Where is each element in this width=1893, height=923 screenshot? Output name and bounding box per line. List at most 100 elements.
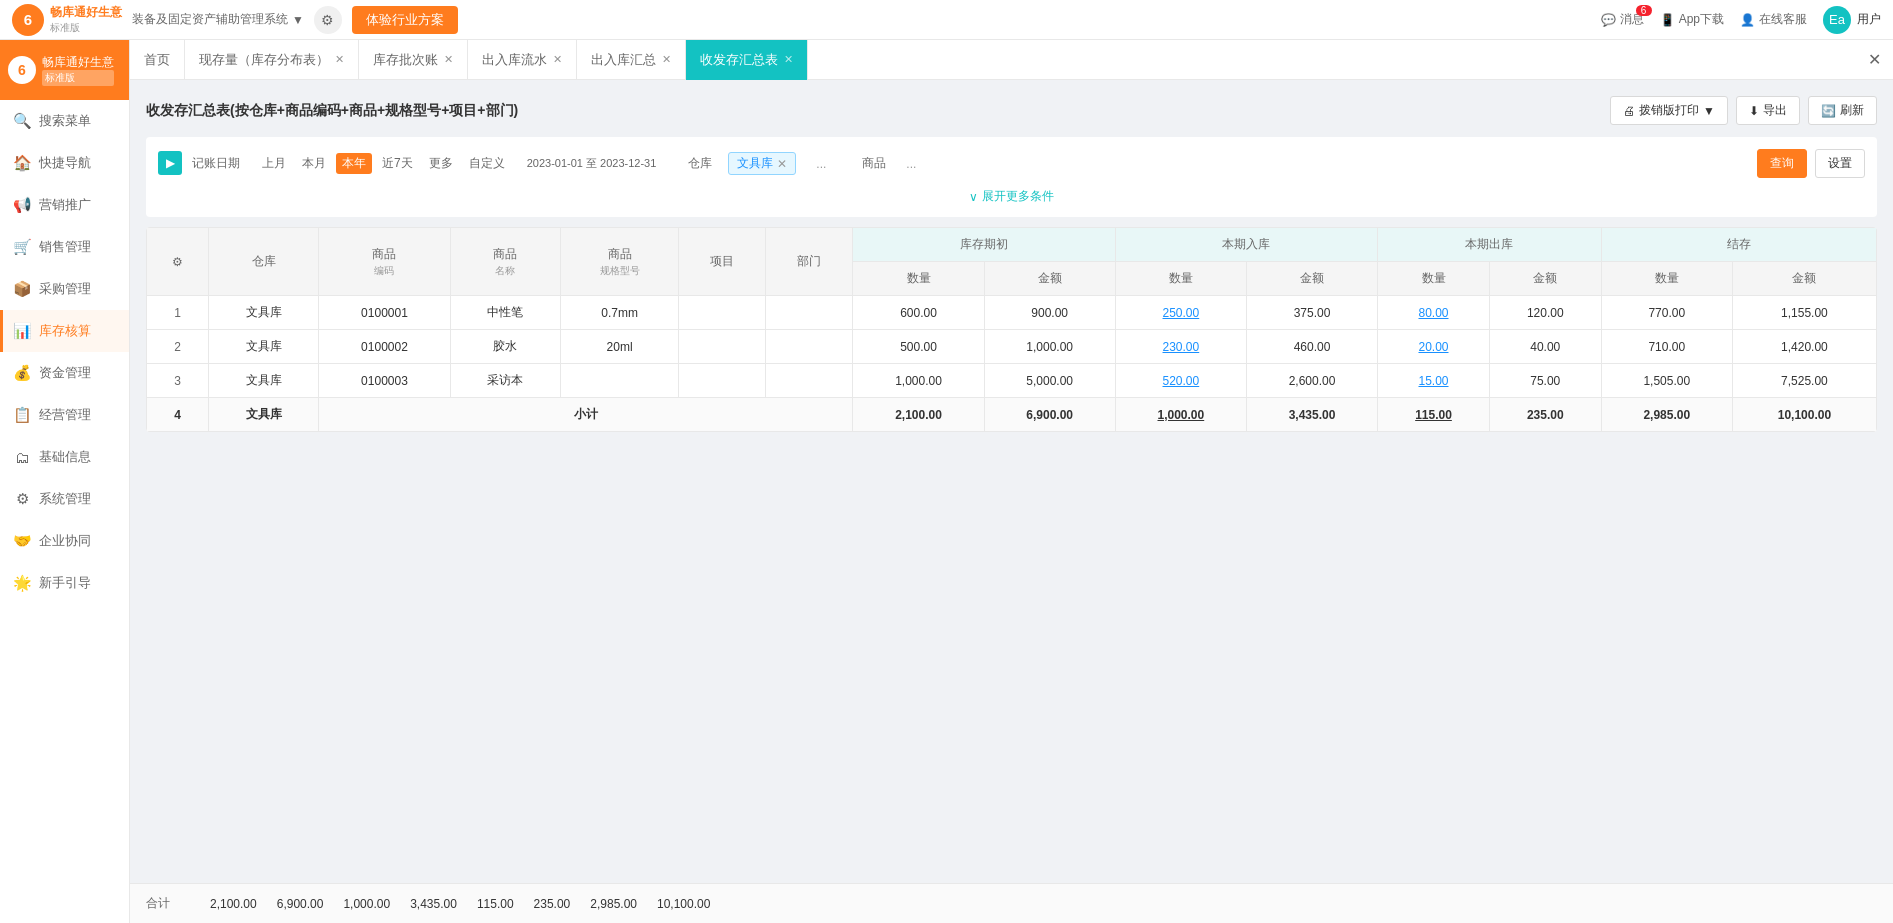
tab-inout-summary[interactable]: 出入库汇总 ✕ bbox=[577, 40, 686, 80]
sidebar-item-label-system: 系统管理 bbox=[39, 490, 91, 508]
settings-button[interactable]: ⚙ bbox=[314, 6, 342, 34]
warehouse-dots[interactable]: ... bbox=[812, 157, 830, 171]
user-area[interactable]: Ea 用户 bbox=[1823, 6, 1881, 34]
row-out-qty[interactable]: 15.00 bbox=[1378, 364, 1490, 398]
row-closing-qty: 710.00 bbox=[1601, 330, 1732, 364]
footer-in-qty: 1,000.00 bbox=[343, 897, 390, 911]
row-in-qty[interactable]: 250.00 bbox=[1115, 296, 1246, 330]
th-settings[interactable]: ⚙ bbox=[147, 228, 209, 296]
service-icon: 👤 bbox=[1740, 13, 1755, 27]
sidebar-item-operation[interactable]: 📋 经营管理 bbox=[0, 394, 129, 436]
row-project bbox=[679, 330, 766, 364]
sidebar-item-label-inventory: 库存核算 bbox=[39, 322, 91, 340]
tab-recv-send[interactable]: 收发存汇总表 ✕ bbox=[686, 40, 808, 80]
footer-in-amt: 3,435.00 bbox=[410, 897, 457, 911]
tab-batch-account[interactable]: 库存批次账 ✕ bbox=[359, 40, 468, 80]
finance-icon: 💰 bbox=[13, 364, 31, 382]
sidebar-item-label-purchase: 采购管理 bbox=[39, 280, 91, 298]
th-product-code: 商品编码 bbox=[319, 228, 450, 296]
sidebar-item-marketing[interactable]: 📢 营销推广 bbox=[0, 184, 129, 226]
tab-bar-close[interactable]: ✕ bbox=[1856, 50, 1893, 69]
sidebar-item-search[interactable]: 🔍 搜索菜单 bbox=[0, 100, 129, 142]
sidebar: 6 畅库通好生意 标准版 🔍 搜索菜单 🏠 快捷导航 📢 营销推广 🛒 销售 bbox=[0, 40, 130, 923]
tab-inout-flow-close[interactable]: ✕ bbox=[553, 53, 562, 66]
app-download-button[interactable]: 📱 App下载 bbox=[1660, 11, 1724, 28]
tab-batch-account-close[interactable]: ✕ bbox=[444, 53, 453, 66]
sidebar-item-system[interactable]: ⚙ 系统管理 bbox=[0, 478, 129, 520]
th-closing: 结存 bbox=[1601, 228, 1876, 262]
date-shortcut-7days[interactable]: 近7天 bbox=[376, 153, 419, 174]
sidebar-item-sales[interactable]: 🛒 销售管理 bbox=[0, 226, 129, 268]
print-icon: 🖨 bbox=[1623, 104, 1635, 118]
product-dots[interactable]: ... bbox=[902, 157, 920, 171]
tab-home-label: 首页 bbox=[144, 51, 170, 69]
subtotal-warehouse: 文具库 bbox=[208, 398, 318, 432]
subtotal-label: 小计 bbox=[319, 398, 853, 432]
tab-inout-flow[interactable]: 出入库流水 ✕ bbox=[468, 40, 577, 80]
warehouse-tag-remove[interactable]: ✕ bbox=[777, 157, 787, 171]
print-button[interactable]: 🖨 拨销版打印 ▼ bbox=[1610, 96, 1728, 125]
brand-name: 畅库通好生意 bbox=[50, 4, 122, 21]
tab-inout-summary-close[interactable]: ✕ bbox=[662, 53, 671, 66]
row-closing-qty: 770.00 bbox=[1601, 296, 1732, 330]
home-icon: 🏠 bbox=[13, 154, 31, 172]
sales-icon: 🛒 bbox=[13, 238, 31, 256]
sidebar-item-label-search: 搜索菜单 bbox=[39, 112, 91, 130]
sidebar-item-finance[interactable]: 💰 资金管理 bbox=[0, 352, 129, 394]
date-shortcut-custom[interactable]: 自定义 bbox=[463, 153, 511, 174]
query-button[interactable]: 查询 bbox=[1757, 149, 1807, 178]
row-num: 1 bbox=[147, 296, 209, 330]
sidebar-item-quick-nav[interactable]: 🏠 快捷导航 bbox=[0, 142, 129, 184]
online-service-button[interactable]: 👤 在线客服 bbox=[1740, 11, 1807, 28]
th-opening: 库存期初 bbox=[853, 228, 1115, 262]
th-period-out: 本期出库 bbox=[1378, 228, 1602, 262]
row-in-qty[interactable]: 230.00 bbox=[1115, 330, 1246, 364]
table-settings-icon[interactable]: ⚙ bbox=[172, 255, 183, 269]
sidebar-item-guide[interactable]: 🌟 新手引导 bbox=[0, 562, 129, 604]
th-product-spec: 商品规格型号 bbox=[560, 228, 678, 296]
sidebar-item-basic-info[interactable]: 🗂 基础信息 bbox=[0, 436, 129, 478]
tab-stock-dist[interactable]: 现存量（库存分布表） ✕ bbox=[185, 40, 359, 80]
brand-badge: 标准版 bbox=[50, 21, 122, 35]
row-out-qty[interactable]: 20.00 bbox=[1378, 330, 1490, 364]
refresh-button[interactable]: 🔄 刷新 bbox=[1808, 96, 1877, 125]
date-shortcut-this-month[interactable]: 本月 bbox=[296, 153, 332, 174]
basic-info-icon: 🗂 bbox=[13, 448, 31, 466]
tab-stock-dist-close[interactable]: ✕ bbox=[335, 53, 344, 66]
page-settings-button[interactable]: 设置 bbox=[1815, 149, 1865, 178]
user-label: 用户 bbox=[1857, 11, 1881, 28]
sidebar-item-label-enterprise: 企业协同 bbox=[39, 532, 91, 550]
row-product-name: 胶水 bbox=[450, 330, 560, 364]
guide-icon: 🌟 bbox=[13, 574, 31, 592]
filter-collapse-btn[interactable]: ▶ bbox=[158, 151, 182, 175]
row-opening-qty: 600.00 bbox=[853, 296, 984, 330]
date-shortcut-last-month[interactable]: 上月 bbox=[256, 153, 292, 174]
subtotal-opening-amt: 6,900.00 bbox=[984, 398, 1115, 432]
experience-button[interactable]: 体验行业方案 bbox=[352, 6, 458, 34]
export-button[interactable]: ⬇ 导出 bbox=[1736, 96, 1800, 125]
top-bar-left: 6 畅库通好生意 标准版 装备及固定资产辅助管理系统 ▼ ⚙ 体验行业方案 bbox=[12, 4, 458, 36]
row-in-qty[interactable]: 520.00 bbox=[1115, 364, 1246, 398]
tab-home[interactable]: 首页 bbox=[130, 40, 185, 80]
date-shortcut-more[interactable]: 更多 bbox=[423, 153, 459, 174]
expand-more-btn[interactable]: ∨ 展开更多条件 bbox=[969, 188, 1054, 205]
sidebar-item-inventory[interactable]: 📊 库存核算 bbox=[0, 310, 129, 352]
row-out-qty[interactable]: 80.00 bbox=[1378, 296, 1490, 330]
tab-recv-send-close[interactable]: ✕ bbox=[784, 53, 793, 66]
row-in-amt: 2,600.00 bbox=[1246, 364, 1377, 398]
row-closing-qty: 1,505.00 bbox=[1601, 364, 1732, 398]
search-icon: 🔍 bbox=[13, 112, 31, 130]
date-shortcut-this-year[interactable]: 本年 bbox=[336, 153, 372, 174]
page-action-buttons: 🖨 拨销版打印 ▼ ⬇ 导出 🔄 刷新 bbox=[1610, 96, 1877, 125]
th-closing-amt: 金额 bbox=[1732, 262, 1876, 296]
sidebar-item-purchase[interactable]: 📦 采购管理 bbox=[0, 268, 129, 310]
system-select[interactable]: 装备及固定资产辅助管理系统 ▼ bbox=[132, 11, 304, 28]
sidebar-item-label-basic-info: 基础信息 bbox=[39, 448, 91, 466]
sidebar-item-label-finance: 资金管理 bbox=[39, 364, 91, 382]
sidebar-logo: 6 畅库通好生意 标准版 bbox=[0, 40, 129, 100]
message-button[interactable]: 💬 消息 6 bbox=[1601, 11, 1644, 28]
footer-closing-amt: 10,100.00 bbox=[657, 897, 710, 911]
sidebar-item-enterprise[interactable]: 🤝 企业协同 bbox=[0, 520, 129, 562]
tab-bar: 首页 现存量（库存分布表） ✕ 库存批次账 ✕ 出入库流水 ✕ 出入库汇总 ✕ bbox=[130, 40, 1893, 80]
page-content: 收发存汇总表(按仓库+商品编码+商品+规格型号+项目+部门) 🖨 拨销版打印 ▼… bbox=[130, 80, 1893, 883]
